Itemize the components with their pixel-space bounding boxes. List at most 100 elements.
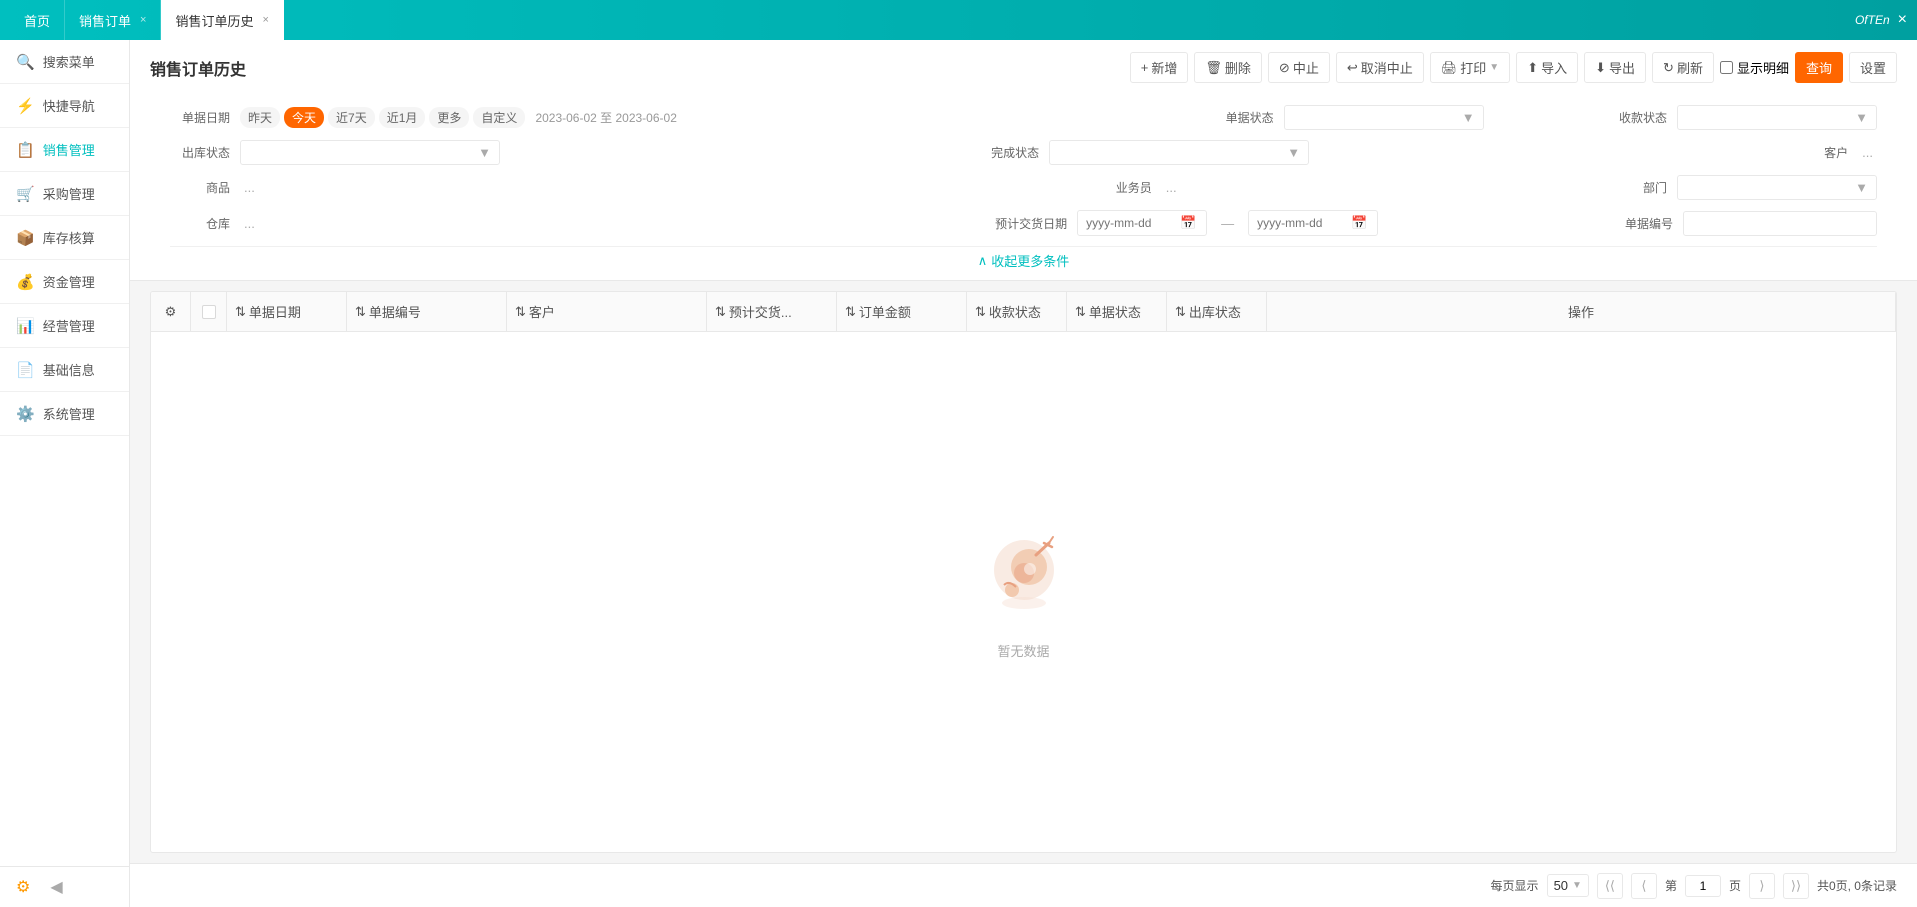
sidebar-item-sales-mgmt[interactable]: 📋 销售管理 <box>0 128 129 172</box>
expected-date-from-input[interactable] <box>1086 216 1176 230</box>
sidebar-item-sys-mgmt[interactable]: ⚙️ 系统管理 <box>0 392 129 436</box>
salesperson-label: 业务员 <box>1092 179 1152 196</box>
th-out-status[interactable]: ⇅ 出库状态 <box>1167 292 1267 331</box>
complete-status-select[interactable]: ▼ <box>1049 140 1309 165</box>
expected-date-to[interactable]: 📅 <box>1248 210 1378 236</box>
order-status-label: 单据状态 <box>1214 109 1274 126</box>
delete-label: 删除 <box>1225 58 1251 77</box>
topbar-close-icon[interactable]: × <box>1898 11 1907 29</box>
salesperson-dots[interactable]: ... <box>1162 176 1181 199</box>
order-num-input[interactable] <box>1683 211 1877 236</box>
th-check[interactable] <box>191 292 227 331</box>
cal-from-icon[interactable]: 📅 <box>1180 215 1196 231</box>
sidebar-item-search-menu[interactable]: 🔍 搜索菜单 <box>0 40 129 84</box>
top-bar: 首页 销售订单 × 销售订单历史 × OfTEn × <box>0 0 1917 40</box>
date-label: 单据日期 <box>170 109 230 126</box>
query-button[interactable]: 查询 <box>1795 52 1843 83</box>
prev-page-button[interactable]: ⟨ <box>1631 873 1657 899</box>
th-date[interactable]: ⇅ 单据日期 <box>227 292 347 331</box>
date-badge-1month[interactable]: 近1月 <box>379 107 426 128</box>
out-status-select[interactable]: ▼ <box>240 140 500 165</box>
tab-sales-order[interactable]: 销售订单 × <box>65 0 161 40</box>
header-checkbox[interactable] <box>202 305 216 319</box>
per-page-value: 50 <box>1554 878 1568 893</box>
print-icon: 🖨 <box>1441 60 1458 76</box>
tab-sales-order-close[interactable]: × <box>140 14 146 26</box>
th-amount-text: 订单金额 <box>859 302 911 321</box>
th-pay-status[interactable]: ⇅ 收款状态 <box>967 292 1067 331</box>
tab-sales-order-history[interactable]: 销售订单历史 × <box>161 0 283 40</box>
th-delivery[interactable]: ⇅ 预计交货... <box>707 292 837 331</box>
cal-to-icon[interactable]: 📅 <box>1351 215 1367 231</box>
warehouse-dots[interactable]: ... <box>240 212 259 235</box>
th-amount[interactable]: ⇅ 订单金额 <box>837 292 967 331</box>
expected-date-from[interactable]: 📅 <box>1077 210 1207 236</box>
order-status-select[interactable]: ▼ <box>1284 105 1484 130</box>
date-badge-7days[interactable]: 近7天 <box>328 107 375 128</box>
sidebar-item-basic-info[interactable]: 📄 基础信息 <box>0 348 129 392</box>
export-button[interactable]: ⬇ 导出 <box>1584 52 1646 83</box>
collapse-bar[interactable]: ∧ 收起更多条件 <box>170 246 1877 274</box>
th-pay-status-text: 收款状态 <box>989 302 1041 321</box>
per-page-chevron-icon: ▼ <box>1572 880 1582 891</box>
th-out-status-sort-icon: ⇅ <box>1175 304 1186 320</box>
customer-label: 客户 <box>1788 144 1848 161</box>
add-label: 新增 <box>1151 58 1177 77</box>
display-cols-checkbox[interactable] <box>1720 61 1733 74</box>
sidebar-item-purchase-mgmt[interactable]: 🛒 采购管理 <box>0 172 129 216</box>
goods-label: 商品 <box>170 179 230 196</box>
sidebar-item-operations[interactable]: 📊 经营管理 <box>0 304 129 348</box>
th-settings[interactable]: ⚙ <box>151 292 191 331</box>
sidebar-item-finance[interactable]: 💰 资金管理 <box>0 260 129 304</box>
inventory-icon: 📦 <box>16 229 35 247</box>
date-badge-custom[interactable]: 自定义 <box>473 107 525 128</box>
last-page-button[interactable]: ⟩⟩ <box>1783 873 1809 899</box>
date-badge-more[interactable]: 更多 <box>429 107 469 128</box>
th-operation: 操作 <box>1267 292 1896 331</box>
complete-status-chevron-icon: ▼ <box>1287 145 1300 160</box>
tab-home[interactable]: 首页 <box>10 0 65 40</box>
settings-bottom-icon[interactable]: ⚙ <box>16 877 30 897</box>
sidebar-item-purchase-mgmt-label: 采购管理 <box>43 184 95 203</box>
th-doc-status[interactable]: ⇅ 单据状态 <box>1067 292 1167 331</box>
collapse-sidebar-icon[interactable]: ◀ <box>50 877 62 897</box>
th-doc-status-text: 单据状态 <box>1089 302 1141 321</box>
collapse-label: 收起更多条件 <box>991 251 1069 270</box>
print-button[interactable]: 🖨 打印 ▼ <box>1430 52 1510 83</box>
page-number-input[interactable] <box>1685 875 1721 897</box>
sidebar-item-inventory[interactable]: 📦 库存核算 <box>0 216 129 260</box>
sidebar-item-quick-nav[interactable]: ⚡ 快捷导航 <box>0 84 129 128</box>
cancel-stop-icon: ↩ <box>1347 60 1358 76</box>
import-icon: ⬆ <box>1527 60 1538 76</box>
expected-date-to-input[interactable] <box>1257 216 1347 230</box>
total-label: 共0页, 0条记录 <box>1817 877 1897 894</box>
date-filter-value: 昨天 今天 近7天 近1月 更多 自定义 2023-06-02 至 2023-0… <box>240 107 677 128</box>
out-status-label: 出库状态 <box>170 144 230 161</box>
import-button[interactable]: ⬆ 导入 <box>1516 52 1578 83</box>
first-page-button[interactable]: ⟨⟨ <box>1597 873 1623 899</box>
delete-button[interactable]: 🗑 删除 <box>1194 52 1262 83</box>
prev-page-icon: ⟨ <box>1641 878 1646 894</box>
date-badge-today[interactable]: 今天 <box>284 107 324 128</box>
goods-dots[interactable]: ... <box>240 176 259 199</box>
payment-status-select[interactable]: ▼ <box>1677 105 1877 130</box>
th-customer[interactable]: ⇅ 客户 <box>507 292 707 331</box>
th-num[interactable]: ⇅ 单据编号 <box>347 292 507 331</box>
per-page-select[interactable]: 50 ▼ <box>1547 874 1589 897</box>
stop-label: 中止 <box>1293 58 1319 77</box>
payment-status-chevron-icon: ▼ <box>1855 110 1868 125</box>
refresh-button[interactable]: ↻ 刷新 <box>1652 52 1714 83</box>
display-cols-checkbox-row[interactable]: 显示明细 <box>1720 58 1789 77</box>
stop-button[interactable]: ⊘ 中止 <box>1268 52 1330 83</box>
department-select[interactable]: ▼ <box>1677 175 1877 200</box>
settings-button[interactable]: 设置 <box>1849 52 1897 83</box>
th-operation-text: 操作 <box>1568 302 1594 321</box>
display-cols-label: 显示明细 <box>1737 58 1789 77</box>
next-page-button[interactable]: ⟩ <box>1749 873 1775 899</box>
date-badge-yesterday[interactable]: 昨天 <box>240 107 280 128</box>
add-button[interactable]: + 新增 <box>1130 52 1189 83</box>
customer-dots[interactable]: ... <box>1858 141 1877 164</box>
cancel-stop-button[interactable]: ↩ 取消中止 <box>1336 52 1424 83</box>
tab-sales-order-history-close[interactable]: × <box>262 14 268 26</box>
pagination-bar: 每页显示 50 ▼ ⟨⟨ ⟨ 第 页 ⟩ ⟩⟩ 共0页, 0条记录 <box>130 863 1917 907</box>
